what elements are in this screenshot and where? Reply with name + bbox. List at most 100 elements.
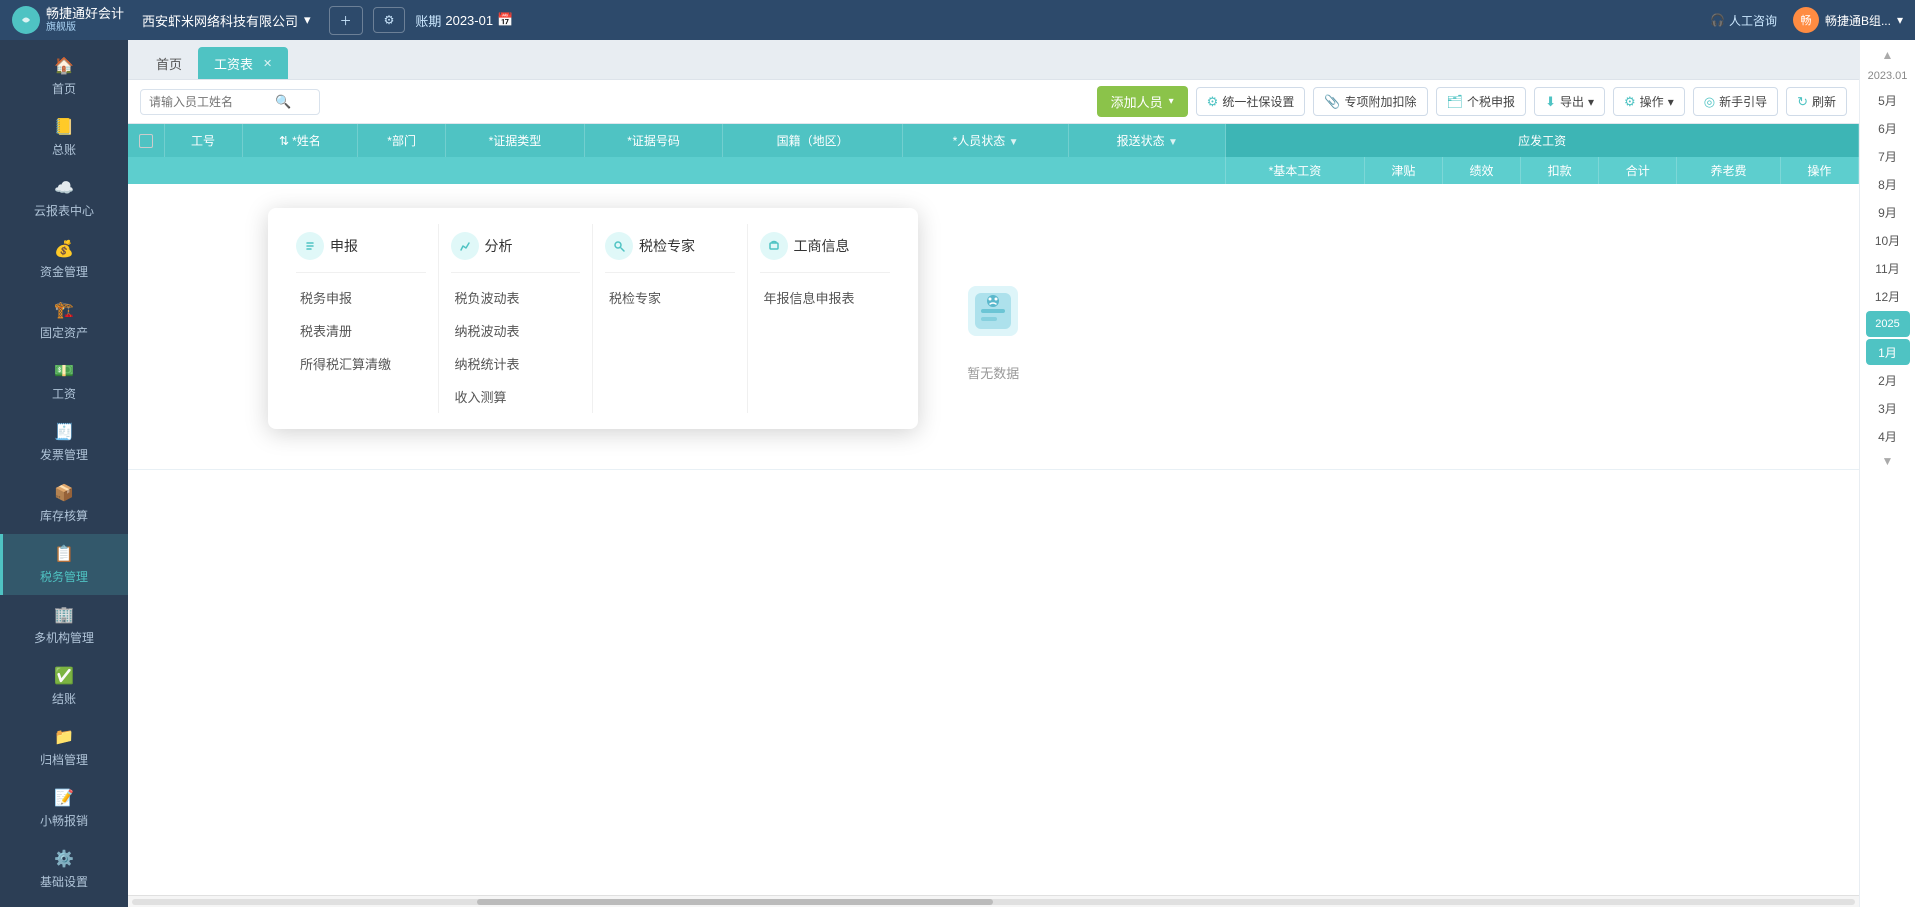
menu-item-tax-expert[interactable]: 税检专家 — [605, 281, 735, 314]
sidebar-item-label: 发票管理 — [40, 446, 88, 463]
tab-close-icon[interactable]: ✕ — [263, 57, 272, 70]
sidebar-item-label: 税务管理 — [40, 568, 88, 585]
sidebar-item-cloud-report[interactable]: ☁️ 云报表中心 — [0, 168, 128, 229]
sidebar-item-archive[interactable]: 📁 归档管理 — [0, 717, 128, 778]
cal-month-3[interactable]: 3月 — [1866, 395, 1910, 421]
sidebar-item-salary[interactable]: 💵 工资 — [0, 351, 128, 412]
special-deduction-button[interactable]: 📎 专项附加扣除 — [1313, 87, 1427, 116]
menu-item-tax-declaration[interactable]: 税务申报 — [296, 281, 426, 314]
cal-nav-up[interactable]: ▲ — [1874, 44, 1902, 66]
cal-month-6[interactable]: 6月 — [1866, 115, 1910, 141]
dropdown-col-analysis: 分析 税负波动表 纳税波动表 纳税统计表 收入测算 — [439, 224, 594, 413]
sidebar-item-label: 工资 — [52, 385, 76, 402]
tax-expert-icon — [605, 232, 633, 260]
tab-home[interactable]: 首页 — [140, 47, 198, 79]
cal-month-1-active[interactable]: 1月 — [1866, 339, 1910, 365]
top-bar: 畅捷通好会计 旗舰版 西安虾米网络科技有限公司 ▾ ＋ ⚙ 账期 2023-01… — [0, 0, 1915, 40]
company-selector[interactable]: 西安虾米网络科技有限公司 ▾ — [134, 7, 319, 34]
sidebar-item-fixed-assets[interactable]: 🏗️ 固定资产 — [0, 290, 128, 351]
tab-salary-table[interactable]: 工资表 ✕ — [198, 47, 288, 79]
menu-item-tax-table[interactable]: 税表清册 — [296, 314, 426, 347]
sidebar-item-ledger[interactable]: 📒 总账 — [0, 107, 128, 168]
dropdown-col-tax-expert-header: 税检专家 — [605, 224, 735, 273]
refresh-button[interactable]: ↻ 刷新 — [1786, 87, 1847, 116]
cal-month-7[interactable]: 7月 — [1866, 143, 1910, 169]
operation-dropdown-icon: ▾ — [1668, 95, 1674, 109]
search-box[interactable]: 🔍 — [140, 89, 320, 115]
cal-month-12[interactable]: 12月 — [1866, 283, 1910, 309]
settings-icon-button[interactable]: ⚙ — [373, 7, 406, 33]
select-all-checkbox[interactable] — [139, 134, 153, 148]
main-layout: 🏠 首页 📒 总账 ☁️ 云报表中心 💰 资金管理 🏗️ 固定资产 💵 工资 🧾… — [0, 40, 1915, 907]
bottom-scrollbar[interactable] — [128, 895, 1859, 907]
cal-month-11[interactable]: 11月 — [1866, 255, 1910, 281]
guide-btn-icon: ◎ — [1704, 94, 1715, 110]
app-logo: 畅捷通好会计 旗舰版 — [12, 6, 124, 34]
col-action: 操作 — [1780, 157, 1858, 184]
personal-tax-button[interactable]: 🗂 个税申报 — [1436, 87, 1527, 116]
scroll-thumb[interactable] — [477, 899, 994, 905]
sidebar-item-label: 固定资产 — [40, 324, 88, 341]
cal-month-2[interactable]: 2月 — [1866, 367, 1910, 393]
export-button[interactable]: ⬇ 导出 ▾ — [1534, 87, 1605, 116]
col-id-number: *证据号码 — [584, 124, 723, 157]
menu-item-tax-statistics[interactable]: 纳税统计表 — [451, 347, 581, 380]
fund-icon: 💰 — [54, 239, 74, 259]
cal-year-label-top: 2023.01 — [1868, 70, 1908, 82]
support-button[interactable]: 🎧 人工咨询 — [1710, 12, 1777, 29]
person-status-filter-icon[interactable]: ▼ — [1009, 137, 1019, 148]
user-info[interactable]: 畅 畅捷通B组... ▾ — [1793, 7, 1903, 33]
calendar-panel: ▲ 2023.01 5月 6月 7月 8月 9月 10月 11月 12月 202… — [1859, 40, 1915, 907]
col-name: ⇅*姓名 — [242, 124, 358, 157]
sidebar-item-invoice[interactable]: 🧾 发票管理 — [0, 412, 128, 473]
dropdown-col-business-info: 工商信息 年报信息申报表 — [748, 224, 903, 413]
menu-item-tax-payment-fluctuation[interactable]: 纳税波动表 — [451, 314, 581, 347]
cal-nav-down[interactable]: ▼ — [1874, 450, 1902, 472]
cal-month-8[interactable]: 8月 — [1866, 171, 1910, 197]
sidebar-item-label: 首页 — [52, 80, 76, 97]
add-company-button[interactable]: ＋ — [329, 6, 363, 35]
menu-item-income-tax-settlement[interactable]: 所得税汇算清缴 — [296, 347, 426, 380]
sidebar-item-label: 基础设置 — [40, 873, 88, 890]
sidebar-item-home[interactable]: 🏠 首页 — [0, 46, 128, 107]
invoice-icon: 🧾 — [54, 422, 74, 442]
sidebar-item-basic-settings[interactable]: ⚙️ 基础设置 — [0, 839, 128, 900]
social-security-button[interactable]: ⚙ 统一社保设置 — [1196, 87, 1306, 116]
sidebar-item-closing[interactable]: ✅ 结账 — [0, 656, 128, 717]
report-status-filter-icon[interactable]: ▼ — [1168, 137, 1178, 148]
cal-month-10[interactable]: 10月 — [1866, 227, 1910, 253]
sidebar-item-guide[interactable]: 🎯 新手引导 — [0, 900, 128, 907]
col-id-type: *证据类型 — [446, 124, 585, 157]
col-person-status: *人员状态 ▼ — [902, 124, 1069, 157]
col-base-salary: *基本工资 — [1226, 157, 1365, 184]
settings-icon: ⚙️ — [54, 849, 74, 869]
menu-item-tax-fluctuation[interactable]: 税负波动表 — [451, 281, 581, 314]
closing-icon: ✅ — [54, 666, 74, 686]
fixed-assets-icon: 🏗️ — [54, 300, 74, 320]
org-icon: 🏢 — [54, 605, 74, 625]
cal-month-4[interactable]: 4月 — [1866, 423, 1910, 449]
period-info: 账期 2023-01 📅 — [415, 11, 513, 30]
sidebar-item-xiaochang[interactable]: 📝 小畅报销 — [0, 778, 128, 839]
col-employee-id: 工号 — [164, 124, 242, 157]
empty-state-text: 暂无数据 — [967, 363, 1019, 382]
cal-month-9[interactable]: 9月 — [1866, 199, 1910, 225]
search-input[interactable] — [149, 95, 269, 109]
sidebar-item-multi-org[interactable]: 🏢 多机构管理 — [0, 595, 128, 656]
guide-button[interactable]: ◎ 新手引导 — [1693, 87, 1778, 116]
sidebar-item-label: 结账 — [52, 690, 76, 707]
sidebar-item-label: 总账 — [52, 141, 76, 158]
cloud-icon: ☁️ — [54, 178, 74, 198]
sidebar-item-tax[interactable]: 📋 税务管理 — [0, 534, 128, 595]
menu-item-annual-report[interactable]: 年报信息申报表 — [760, 281, 891, 314]
sidebar-item-inventory[interactable]: 📦 库存核算 — [0, 473, 128, 534]
calendar-icon[interactable]: 📅 — [497, 12, 513, 28]
sidebar-item-label: 库存核算 — [40, 507, 88, 524]
sidebar-item-fund[interactable]: 💰 资金管理 — [0, 229, 128, 290]
menu-item-income-estimate[interactable]: 收入测算 — [451, 380, 581, 413]
cal-month-5[interactable]: 5月 — [1866, 87, 1910, 113]
operation-button[interactable]: ⚙ 操作 ▾ — [1613, 87, 1685, 116]
add-person-button[interactable]: 添加人员 ▾ — [1097, 86, 1188, 117]
sidebar-item-label: 资金管理 — [40, 263, 88, 280]
tab-home-label: 首页 — [156, 54, 182, 73]
